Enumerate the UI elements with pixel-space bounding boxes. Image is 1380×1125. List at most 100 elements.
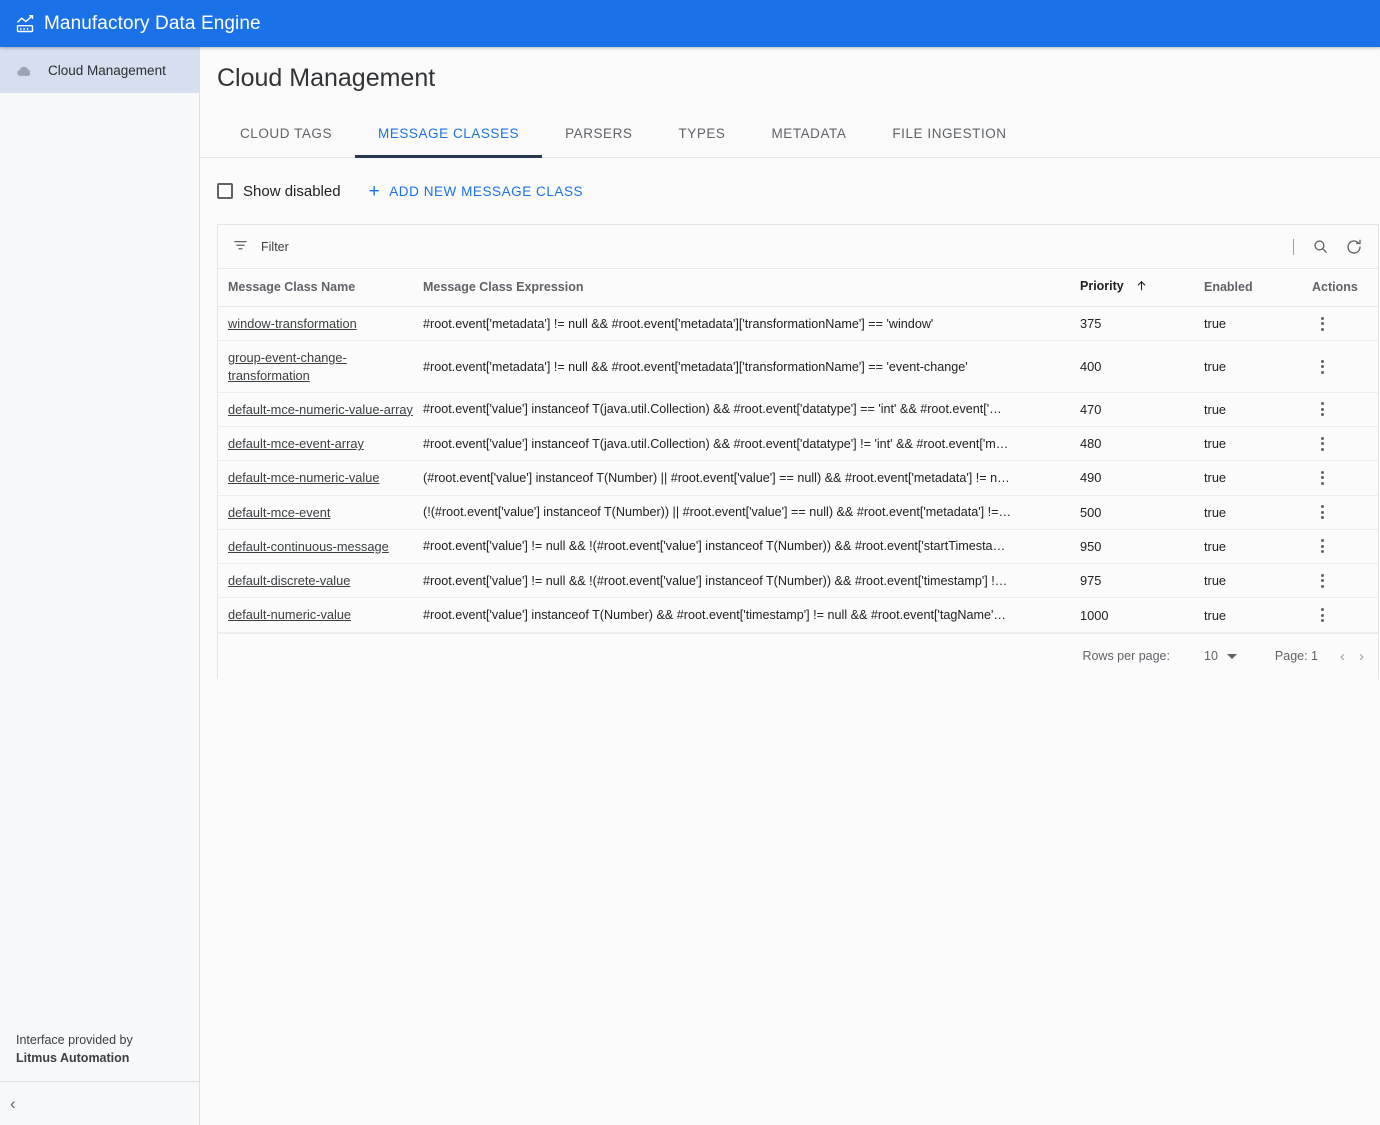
table-row[interactable]: window-transformation #root.event['metad… xyxy=(218,307,1378,341)
table-row[interactable]: default-mce-numeric-value-array #root.ev… xyxy=(218,392,1378,426)
column-header-actions: Actions xyxy=(1312,269,1378,307)
app-bar: Manufactory Data Engine xyxy=(0,0,1380,47)
filter-button[interactable]: Filter xyxy=(232,236,289,258)
search-icon[interactable] xyxy=(1310,237,1330,257)
cell-expression: #root.event['value'] instanceof T(Number… xyxy=(423,598,1080,632)
tab-parsers[interactable]: PARSERS xyxy=(542,110,655,157)
cell-expression: #root.event['value'] != null && !(#root.… xyxy=(423,564,1080,598)
rows-per-page-select[interactable]: 10 xyxy=(1204,649,1237,663)
chevron-left-icon[interactable]: ‹ xyxy=(1340,649,1345,664)
cell-actions xyxy=(1312,427,1378,461)
add-new-message-class-button[interactable]: + ADD NEW MESSAGE CLASS xyxy=(369,182,584,201)
cell-priority: 480 xyxy=(1080,427,1204,461)
chevron-left-icon: ‹ xyxy=(10,1095,16,1112)
cell-name: default-numeric-value xyxy=(218,598,423,632)
message-classes-card: Filter xyxy=(217,224,1379,679)
action-row: Show disabled + ADD NEW MESSAGE CLASS xyxy=(200,158,1380,224)
kebab-menu-icon[interactable] xyxy=(1312,402,1332,416)
cell-actions xyxy=(1312,598,1378,632)
tab-file-ingestion[interactable]: FILE INGESTION xyxy=(869,110,1029,157)
message-class-expression: (#root.event['value'] instanceof T(Numbe… xyxy=(423,471,1023,485)
chevron-down-icon xyxy=(1227,654,1237,659)
cell-actions xyxy=(1312,495,1378,529)
cell-expression: #root.event['metadata'] != null && #root… xyxy=(423,341,1080,393)
show-disabled-checkbox[interactable]: Show disabled xyxy=(217,183,341,200)
cell-name: default-continuous-message xyxy=(218,529,423,563)
pagination-nav: ‹ › xyxy=(1340,649,1364,664)
add-new-message-class-label: ADD NEW MESSAGE CLASS xyxy=(389,184,583,199)
factory-chart-icon xyxy=(12,11,38,37)
sidebar-item-cloud-management[interactable]: Cloud Management xyxy=(0,47,199,93)
tab-label: CLOUD TAGS xyxy=(240,126,332,141)
column-label: Actions xyxy=(1312,280,1358,294)
kebab-menu-icon[interactable] xyxy=(1312,574,1332,588)
tab-message-classes[interactable]: MESSAGE CLASSES xyxy=(355,110,542,157)
page-number-label: Page: 1 xyxy=(1275,649,1318,663)
cell-priority: 400 xyxy=(1080,341,1204,393)
tab-cloud-tags[interactable]: CLOUD TAGS xyxy=(217,110,355,157)
table-row[interactable]: default-numeric-value #root.event['value… xyxy=(218,598,1378,632)
cell-name: default-mce-event-array xyxy=(218,427,423,461)
kebab-menu-icon[interactable] xyxy=(1312,505,1332,519)
message-class-expression: #root.event['value'] instanceof T(Number… xyxy=(423,608,1023,622)
column-header-name[interactable]: Message Class Name xyxy=(218,269,423,307)
cell-expression: #root.event['value'] != null && !(#root.… xyxy=(423,529,1080,563)
tab-label: MESSAGE CLASSES xyxy=(378,126,519,141)
cell-priority: 950 xyxy=(1080,529,1204,563)
cell-name: window-transformation xyxy=(218,307,423,341)
table-header-row: Message Class Name Message Class Express… xyxy=(218,269,1378,307)
message-class-expression: #root.event['value'] instanceof T(java.u… xyxy=(423,402,1023,416)
message-class-link[interactable]: default-mce-numeric-value-array xyxy=(228,402,413,417)
column-header-expression[interactable]: Message Class Expression xyxy=(423,269,1080,307)
cell-name: default-mce-numeric-value xyxy=(218,461,423,495)
cell-enabled: true xyxy=(1204,307,1312,341)
cell-actions xyxy=(1312,341,1378,393)
rows-per-page-label: Rows per page: xyxy=(1082,649,1170,663)
message-class-expression: #root.event['value'] != null && !(#root.… xyxy=(423,539,1023,553)
app-title: Manufactory Data Engine xyxy=(44,13,261,35)
chevron-right-icon[interactable]: › xyxy=(1359,649,1364,664)
refresh-icon[interactable] xyxy=(1344,237,1364,257)
message-class-link[interactable]: default-mce-event-array xyxy=(228,436,364,451)
sidebar-collapse-button[interactable]: ‹ xyxy=(0,1081,199,1125)
message-class-link[interactable]: default-numeric-value xyxy=(228,607,351,622)
cell-enabled: true xyxy=(1204,529,1312,563)
message-class-link[interactable]: default-discrete-value xyxy=(228,573,350,588)
cell-actions xyxy=(1312,461,1378,495)
message-class-link[interactable]: default-mce-event xyxy=(228,505,330,520)
kebab-menu-icon[interactable] xyxy=(1312,437,1332,451)
message-class-link[interactable]: window-transformation xyxy=(228,316,357,331)
table-row[interactable]: default-mce-numeric-value (#root.event['… xyxy=(218,461,1378,495)
column-label: Priority xyxy=(1080,279,1124,293)
table-row[interactable]: default-discrete-value #root.event['valu… xyxy=(218,564,1378,598)
kebab-menu-icon[interactable] xyxy=(1312,608,1332,622)
cell-actions xyxy=(1312,392,1378,426)
tab-metadata[interactable]: METADATA xyxy=(748,110,869,157)
cell-name: default-discrete-value xyxy=(218,564,423,598)
cell-enabled: true xyxy=(1204,461,1312,495)
column-header-enabled[interactable]: Enabled xyxy=(1204,269,1312,307)
sidebar-item-label: Cloud Management xyxy=(48,63,166,78)
message-class-expression: #root.event['value'] instanceof T(java.u… xyxy=(423,437,1023,451)
kebab-menu-icon[interactable] xyxy=(1312,317,1332,331)
message-class-link[interactable]: default-mce-numeric-value xyxy=(228,470,380,485)
cell-priority: 470 xyxy=(1080,392,1204,426)
kebab-menu-icon[interactable] xyxy=(1312,539,1332,553)
table-toolbar: Filter xyxy=(218,225,1378,269)
message-class-link[interactable]: group-event-change-transformation xyxy=(228,350,347,382)
message-class-link[interactable]: default-continuous-message xyxy=(228,539,389,554)
sidebar-footer-brand: Litmus Automation xyxy=(16,1049,199,1067)
cell-priority: 500 xyxy=(1080,495,1204,529)
cell-expression: #root.event['metadata'] != null && #root… xyxy=(423,307,1080,341)
column-header-priority[interactable]: Priority xyxy=(1080,269,1204,307)
table-row[interactable]: default-mce-event-array #root.event['val… xyxy=(218,427,1378,461)
table-row[interactable]: default-mce-event (!(#root.event['value'… xyxy=(218,495,1378,529)
cell-name: group-event-change-transformation xyxy=(218,341,423,393)
table-row[interactable]: group-event-change-transformation #root.… xyxy=(218,341,1378,393)
table-row[interactable]: default-continuous-message #root.event['… xyxy=(218,529,1378,563)
tab-types[interactable]: TYPES xyxy=(655,110,748,157)
kebab-menu-icon[interactable] xyxy=(1312,471,1332,485)
kebab-menu-icon[interactable] xyxy=(1312,360,1332,374)
cell-priority: 1000 xyxy=(1080,598,1204,632)
tab-label: FILE INGESTION xyxy=(892,126,1006,141)
